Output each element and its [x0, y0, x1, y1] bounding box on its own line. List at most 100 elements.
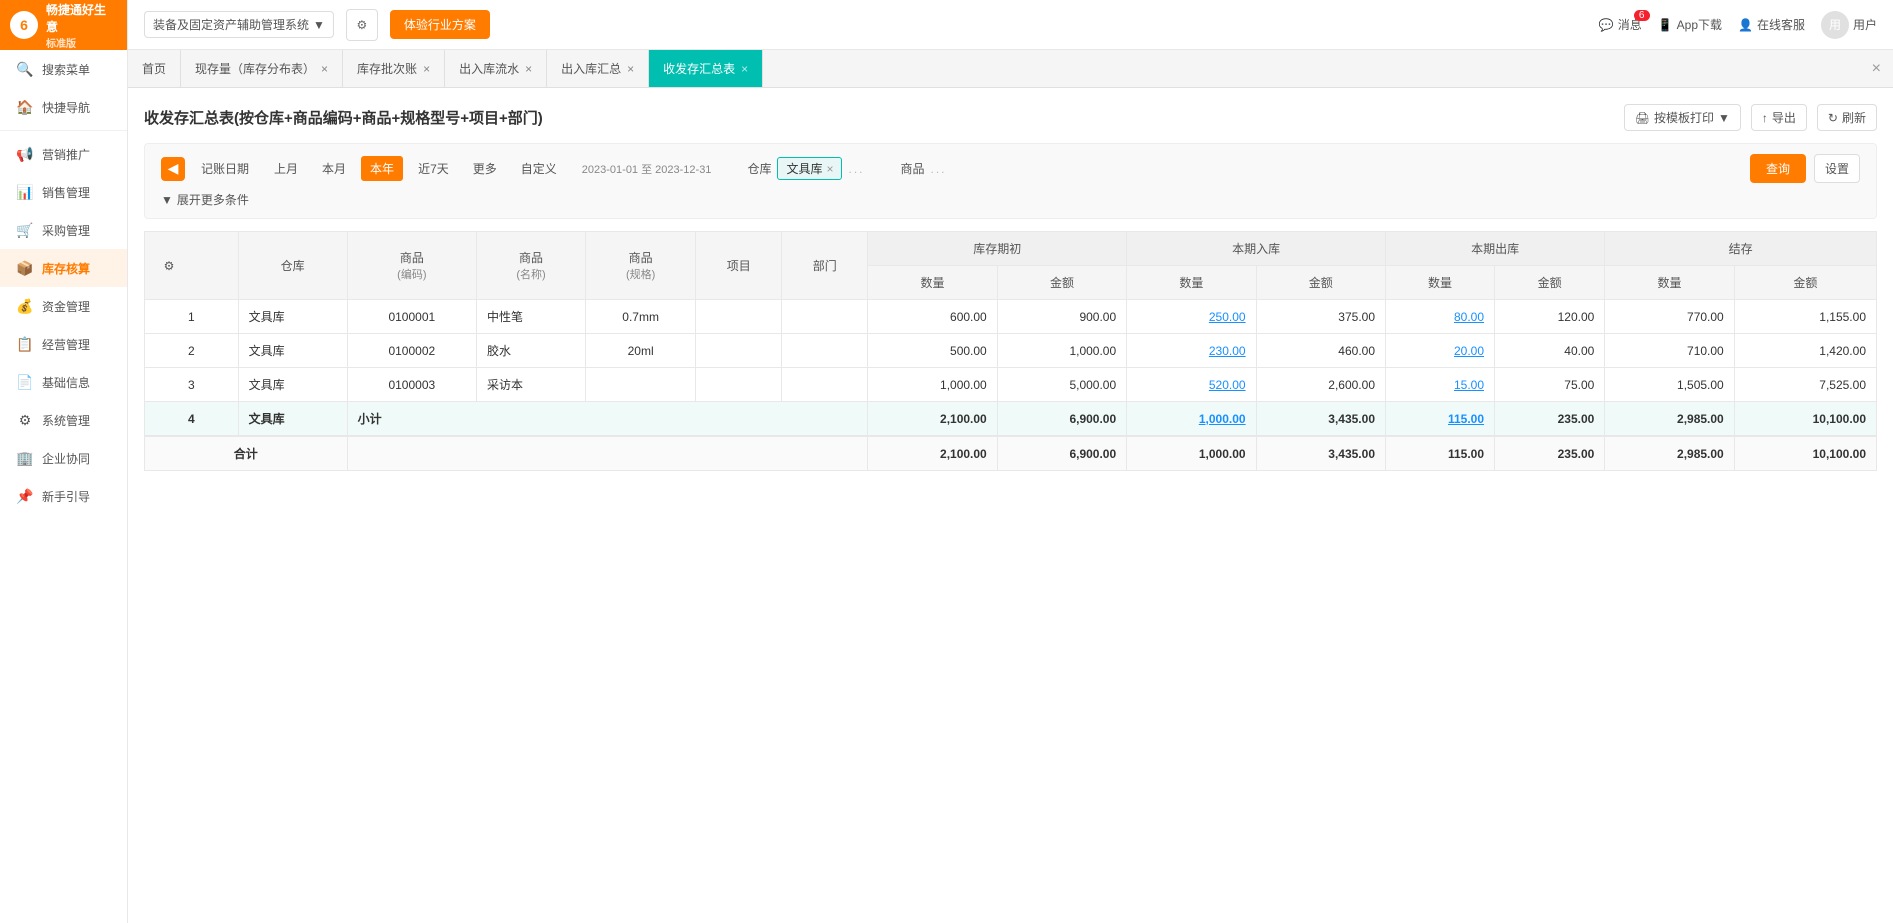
tab-inventory-dist-close[interactable]: ×: [321, 62, 328, 76]
settings-button[interactable]: ⚙: [346, 9, 378, 41]
sidebar-item-inventory[interactable]: 📦 库存核算: [0, 249, 127, 287]
row-balance-qty: 1,505.00: [1605, 368, 1734, 402]
row-goods-code: 0100002: [347, 334, 476, 368]
system-select[interactable]: 装备及固定资产辅助管理系统 ▼: [144, 11, 334, 38]
user-avatar: 用: [1821, 11, 1849, 39]
th-project: 项目: [696, 232, 782, 300]
filter-date-this-month[interactable]: 本月: [313, 156, 355, 181]
filter-date-prev-month[interactable]: 上月: [265, 156, 307, 181]
row-out-qty[interactable]: 15.00: [1386, 368, 1495, 402]
query-button[interactable]: 查询: [1750, 154, 1806, 183]
subtotal-in-qty[interactable]: 1,000.00: [1127, 402, 1256, 437]
table-settings-icon[interactable]: ⚙: [155, 252, 183, 280]
app-logo: 6: [10, 11, 38, 39]
row-in-qty[interactable]: 250.00: [1127, 300, 1256, 334]
row-balance-amt: 7,525.00: [1734, 368, 1876, 402]
refresh-button[interactable]: ↻ 刷新: [1817, 104, 1877, 131]
filter-settings-button[interactable]: 设置: [1814, 154, 1860, 183]
export-icon: ↑: [1762, 111, 1768, 125]
phone-icon: 📱: [1658, 18, 1673, 32]
expand-icon: ▼: [161, 193, 173, 207]
filter-warehouse-dots[interactable]: ...: [848, 162, 864, 176]
row-out-qty[interactable]: 20.00: [1386, 334, 1495, 368]
subtotal-out-qty[interactable]: 115.00: [1386, 402, 1495, 437]
tab-inout-flow[interactable]: 出入库流水 ×: [445, 50, 547, 88]
sidebar-item-label-sales: 销售管理: [42, 184, 90, 201]
sidebar-item-quick-nav[interactable]: 🏠 快捷导航: [0, 88, 127, 126]
print-button[interactable]: 🖨 按模板打印 ▼: [1624, 104, 1741, 131]
th-settings[interactable]: ⚙: [145, 232, 239, 300]
th-out-amt: 金额: [1495, 266, 1605, 300]
sidebar-item-basic-info[interactable]: 📄 基础信息: [0, 363, 127, 401]
filter-warehouse-label: 仓库: [747, 160, 771, 177]
subtotal-warehouse: 文具库: [238, 402, 347, 437]
row-in-qty[interactable]: 520.00: [1127, 368, 1256, 402]
search-icon: 🔍: [16, 60, 34, 78]
home-icon: 🏠: [16, 98, 34, 116]
sidebar-item-marketing[interactable]: 📢 营销推广: [0, 135, 127, 173]
sidebar-item-system[interactable]: ⚙ 系统管理: [0, 401, 127, 439]
th-out-group: 本期出库: [1386, 232, 1605, 266]
expand-label: 展开更多条件: [177, 191, 249, 208]
tab-recv-send-summary-close[interactable]: ×: [741, 62, 748, 76]
subtotal-opening-qty: 2,100.00: [868, 402, 997, 437]
row-balance-qty: 710.00: [1605, 334, 1734, 368]
sidebar-item-business[interactable]: 📋 经营管理: [0, 325, 127, 363]
total-spacer: [347, 436, 868, 471]
table-footer: 合计 2,100.00 6,900.00 1,000.00 3,435.00 1…: [145, 436, 1877, 471]
sidebar-item-search[interactable]: 🔍 搜索菜单: [0, 50, 127, 88]
total-opening-qty: 2,100.00: [868, 436, 997, 471]
filter-date-this-year[interactable]: 本年: [361, 156, 403, 181]
tab-inventory-dist[interactable]: 现存量（库存分布表） ×: [181, 50, 343, 88]
tab-batch[interactable]: 库存批次账 ×: [343, 50, 445, 88]
tab-inout-flow-close[interactable]: ×: [525, 62, 532, 76]
sidebar-item-finance[interactable]: 💰 资金管理: [0, 287, 127, 325]
tab-batch-label: 库存批次账: [357, 60, 417, 77]
system-icon: ⚙: [16, 411, 34, 429]
row-in-qty[interactable]: 230.00: [1127, 334, 1256, 368]
app-download-label: App下载: [1677, 16, 1722, 33]
app-tag: 标准版: [46, 35, 117, 50]
app-download-button[interactable]: 📱 App下载: [1658, 16, 1722, 33]
sidebar-item-label-purchase: 采购管理: [42, 222, 90, 239]
message-button[interactable]: 💬 消息 6: [1599, 16, 1642, 33]
filter-warehouse-tag-close[interactable]: ×: [826, 162, 833, 176]
filter-warehouse-tag-text: 文具库: [786, 160, 822, 177]
tab-batch-close[interactable]: ×: [423, 62, 430, 76]
system-select-text: 装备及固定资产辅助管理系统: [153, 16, 309, 33]
th-opening-group: 库存期初: [868, 232, 1127, 266]
tabbar-close-all[interactable]: ×: [1860, 60, 1893, 78]
filter-toggle-button[interactable]: ◀: [161, 157, 185, 181]
filter-date-more[interactable]: 更多: [464, 156, 506, 181]
experience-button[interactable]: 体验行业方案: [390, 10, 490, 39]
filter-date-custom[interactable]: 自定义: [512, 156, 566, 181]
online-service-label: 在线客服: [1757, 16, 1805, 33]
export-button[interactable]: ↑ 导出: [1751, 104, 1807, 131]
sidebar-item-sales[interactable]: 📊 销售管理: [0, 173, 127, 211]
total-in-qty: 1,000.00: [1127, 436, 1256, 471]
table-row: 1 文具库 0100001 中性笔 0.7mm 600.00 900.00 25…: [145, 300, 1877, 334]
app-name: 畅捷通好生意: [46, 1, 117, 35]
filter-date-7days[interactable]: 近7天: [409, 156, 458, 181]
th-balance-qty: 数量: [1605, 266, 1734, 300]
filter-warehouse-tag: 文具库 ×: [777, 157, 842, 180]
row-out-qty[interactable]: 80.00: [1386, 300, 1495, 334]
th-in-group: 本期入库: [1127, 232, 1386, 266]
row-goods-code: 0100001: [347, 300, 476, 334]
th-goods-spec: 商品(规格): [586, 232, 696, 300]
tab-recv-send-summary[interactable]: 收发存汇总表 ×: [649, 50, 763, 88]
tab-inout-summary-close[interactable]: ×: [627, 62, 634, 76]
tab-inout-summary[interactable]: 出入库汇总 ×: [547, 50, 649, 88]
sidebar-item-label-search: 搜索菜单: [42, 61, 90, 78]
marketing-icon: 📢: [16, 145, 34, 163]
filter-goods-dots[interactable]: ...: [931, 162, 947, 176]
sidebar-item-guide[interactable]: 📌 新手引导: [0, 477, 127, 515]
sidebar-item-purchase[interactable]: 🛒 采购管理: [0, 211, 127, 249]
online-service-button[interactable]: 👤 在线客服: [1738, 16, 1805, 33]
tab-home[interactable]: 首页: [128, 50, 181, 88]
th-balance-amt: 金额: [1734, 266, 1876, 300]
expand-conditions-button[interactable]: ▼ 展开更多条件: [161, 191, 1860, 208]
row-opening-qty: 1,000.00: [868, 368, 997, 402]
sidebar-item-enterprise[interactable]: 🏢 企业协同: [0, 439, 127, 477]
user-menu[interactable]: 用 用户: [1821, 11, 1877, 39]
